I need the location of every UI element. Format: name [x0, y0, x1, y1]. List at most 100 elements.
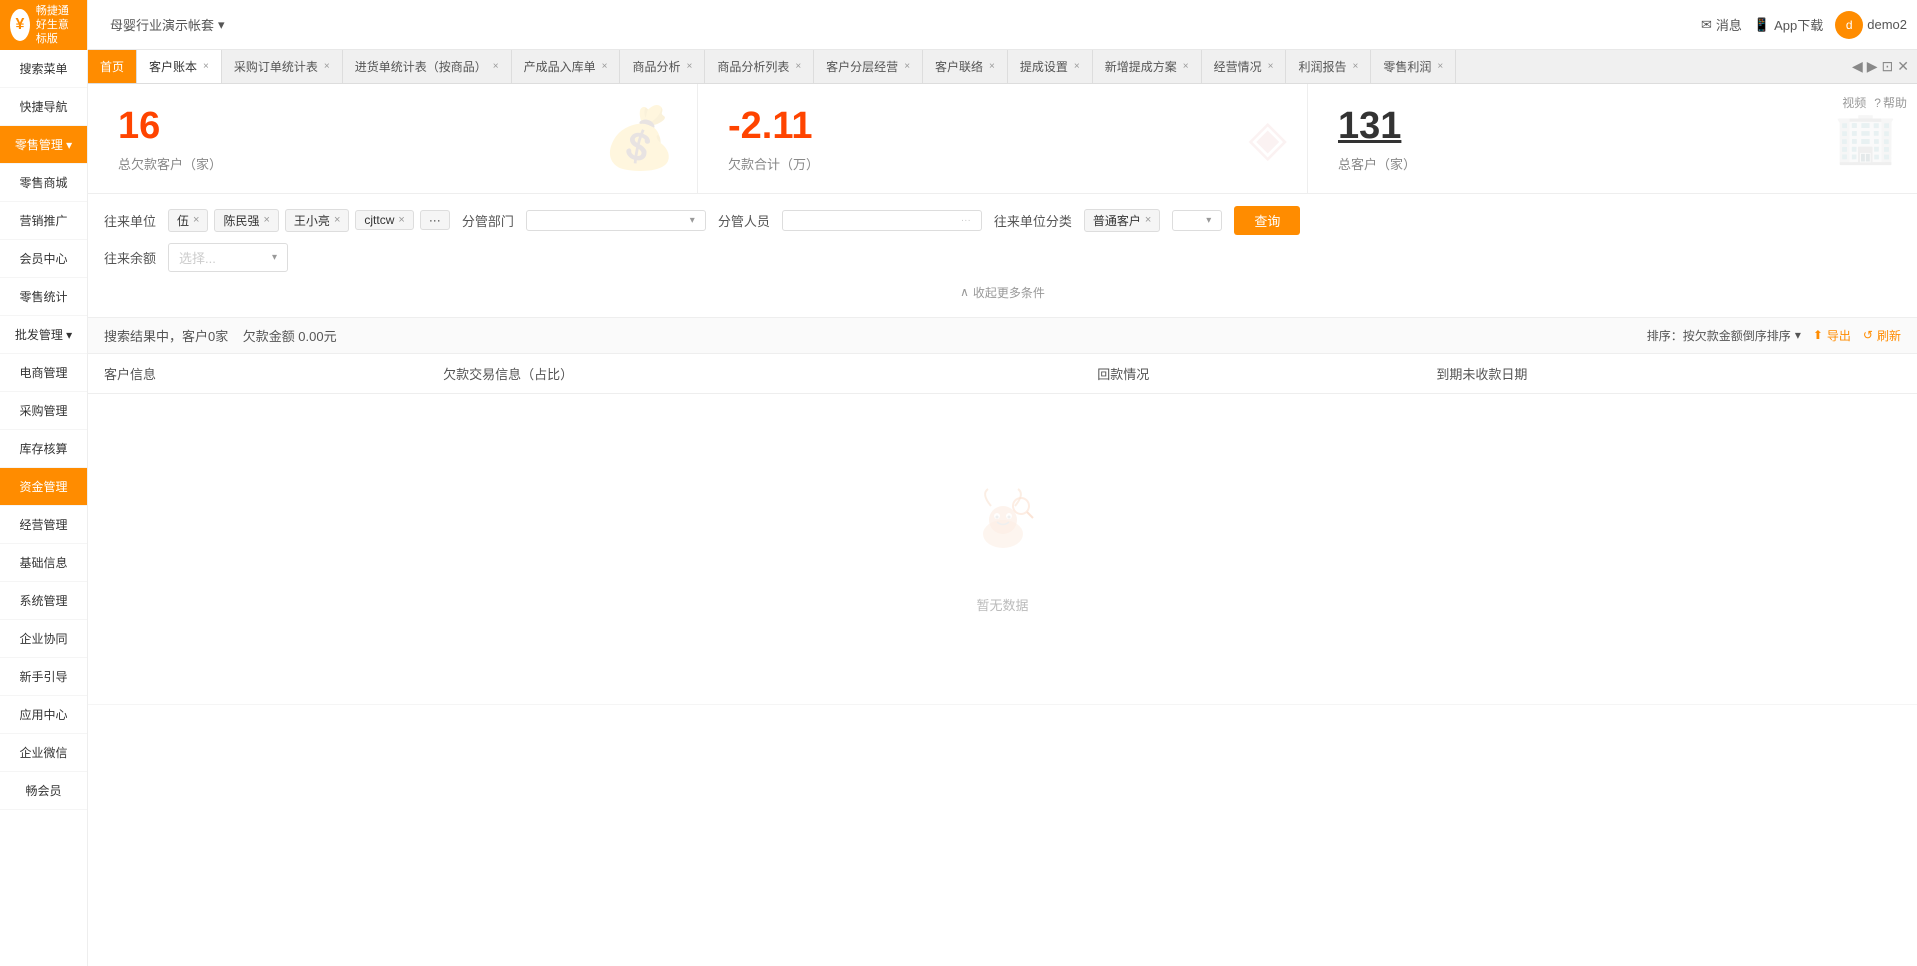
tab-label-10: 新增提成方案 — [1105, 58, 1177, 75]
tab-close-5[interactable]: × — [686, 61, 692, 72]
tab-maximize-icon[interactable]: ⊡ — [1882, 58, 1894, 75]
tab-close-4[interactable]: × — [602, 61, 608, 72]
stat-number-amount: -2.11 — [728, 104, 813, 150]
sidebar-item-企业协同[interactable]: 企业协同 — [0, 620, 87, 658]
dept-select[interactable]: ▾ — [526, 210, 706, 231]
sidebar-item-应用中心[interactable]: 应用中心 — [0, 696, 87, 734]
tab-6[interactable]: 商品分析列表× — [705, 50, 814, 84]
result-bar-right: 排序：按欠款金额倒序排序 ▾ ⬆ 导出 ↺ 刷新 — [1647, 327, 1901, 344]
stat-number-total: 131 — [1338, 104, 1401, 150]
tab-label-4: 产成品入库单 — [524, 58, 596, 75]
tab-close-7[interactable]: × — [904, 61, 910, 72]
app-download-btn[interactable]: 📱 App下载 — [1754, 15, 1823, 34]
sidebar-item-基础信息[interactable]: 基础信息 — [0, 544, 87, 582]
tab-close-11[interactable]: × — [1268, 61, 1274, 72]
tab-12[interactable]: 利润报告× — [1286, 50, 1371, 84]
sidebar-item-电商管理[interactable]: 电商管理 — [0, 354, 87, 392]
tab-7[interactable]: 客户分层经营 × — [814, 50, 923, 84]
collapse-arrow-icon: ∧ — [960, 285, 969, 299]
result-bar: 搜索结果中，客户0家 欠款金额 0.00元 排序：按欠款金额倒序排序 ▾ ⬆ 导… — [88, 318, 1917, 354]
tab-close-all-icon[interactable]: ✕ — [1897, 58, 1909, 75]
query-button[interactable]: 查询 — [1234, 206, 1300, 235]
sidebar-item-库存核算[interactable]: 库存核算 — [0, 430, 87, 468]
remainder-select[interactable]: 选择... ▾ — [168, 243, 288, 272]
logo-area: ¥ 畅捷通好生意 标版 — [0, 0, 87, 50]
sidebar-item-快捷导航[interactable]: 快捷导航 — [0, 88, 87, 126]
sidebar-item-搜索菜单[interactable]: 搜索菜单 — [0, 50, 87, 88]
tab-close-3[interactable]: × — [493, 61, 499, 72]
tab-10[interactable]: 新增提成方案 × — [1093, 50, 1202, 84]
sidebar-item-批发管理[interactable]: 批发管理 ▾ — [0, 316, 87, 354]
tab-9[interactable]: 提成设置× — [1008, 50, 1093, 84]
tab-next-icon[interactable]: ▶ — [1867, 58, 1878, 75]
logo-icon: ¥ — [10, 9, 30, 41]
refresh-btn[interactable]: ↺ 刷新 — [1863, 327, 1901, 344]
tab-8[interactable]: 客户联络× — [923, 50, 1008, 84]
sidebar-item-零售商城[interactable]: 零售商城 — [0, 164, 87, 202]
filter-tag-cjttcw[interactable]: cjttcw× — [355, 210, 413, 230]
sidebar-item-采购管理[interactable]: 采购管理 — [0, 392, 87, 430]
person-select[interactable]: ··· — [782, 210, 982, 231]
tag-close[interactable]: × — [398, 214, 404, 226]
collapse-btn[interactable]: ∧ 收起更多条件 — [960, 280, 1045, 305]
sidebar-item-零售统计[interactable]: 零售统计 — [0, 278, 87, 316]
export-btn[interactable]: ⬆ 导出 — [1813, 327, 1851, 344]
sidebar-item-资金管理[interactable]: 资金管理 — [0, 468, 87, 506]
tab-close-8[interactable]: × — [989, 61, 995, 72]
tab-11[interactable]: 经营情况 × — [1202, 50, 1287, 84]
sidebar-item-会员中心[interactable]: 会员中心 — [0, 240, 87, 278]
sidebar-item-系统管理[interactable]: 系统管理 — [0, 582, 87, 620]
filter-tag-...[interactable]: ··· — [420, 210, 450, 230]
tab-3[interactable]: 进货单统计表（按商品）× — [343, 50, 512, 84]
sidebar-item-畅会员[interactable]: 畅会员 — [0, 772, 87, 810]
tab-label-0: 首页 — [100, 58, 124, 75]
tab-close-9[interactable]: × — [1074, 61, 1080, 72]
tab-close-6[interactable]: × — [795, 61, 801, 72]
tab-label-7: 客户分层经营 — [826, 58, 898, 75]
tag-close[interactable]: × — [263, 214, 269, 226]
person-label: 分管人员 — [718, 211, 770, 230]
tab-13[interactable]: 零售利润× — [1371, 50, 1456, 84]
sidebar-item-企业微信[interactable]: 企业微信 — [0, 734, 87, 772]
tab-close-10[interactable]: × — [1183, 61, 1189, 72]
messages-btn[interactable]: ✉ 消息 — [1701, 15, 1742, 34]
tag-close[interactable]: × — [193, 214, 199, 226]
result-summary: 搜索结果中，客户0家 欠款金额 0.00元 — [104, 326, 337, 345]
tab-prev-icon[interactable]: ◀ — [1852, 58, 1863, 75]
stat-card-amount: -2.11 欠款合计（万） ◈ — [698, 84, 1308, 193]
help-link[interactable]: ? 帮助 — [1874, 94, 1907, 111]
stat-label-customers: 总欠款客户（家） — [118, 154, 222, 173]
filter-tag-伍[interactable]: 伍× — [168, 209, 208, 232]
tab-label-11: 经营情况 — [1214, 58, 1262, 75]
filter-class-tag-普通客户[interactable]: 普通客户× — [1084, 209, 1160, 232]
sidebar-item-新手引导[interactable]: 新手引导 — [0, 658, 87, 696]
tag-text: 王小亮 — [294, 212, 330, 229]
app-icon: 📱 — [1754, 17, 1770, 33]
empty-state: 暂无数据 — [104, 404, 1901, 694]
video-link[interactable]: 视频 — [1842, 94, 1866, 111]
tab-close-12[interactable]: × — [1352, 61, 1358, 72]
tab-close-2[interactable]: × — [324, 61, 330, 72]
remainder-arrow-icon: ▾ — [272, 252, 277, 263]
tab-2[interactable]: 采购订单统计表× — [222, 50, 343, 84]
sidebar-item-经营管理[interactable]: 经营管理 — [0, 506, 87, 544]
tab-close-13[interactable]: × — [1437, 61, 1443, 72]
more-tags-icon: ··· — [429, 213, 441, 227]
tab-0[interactable]: 首页 — [88, 50, 137, 84]
avatar: d — [1835, 11, 1863, 39]
filter-tag-陈民强[interactable]: 陈民强× — [214, 209, 278, 232]
tab-1[interactable]: 客户账本× — [137, 50, 222, 84]
tab-5[interactable]: 商品分析× — [620, 50, 705, 84]
sidebar-item-零售管理[interactable]: 零售管理 ▾ — [0, 126, 87, 164]
filter-tag-王小亮[interactable]: 王小亮 × — [285, 209, 349, 232]
tab-close-1[interactable]: × — [203, 61, 209, 72]
unit-label: 往来单位 — [104, 211, 156, 230]
user-profile[interactable]: d demo2 — [1835, 11, 1907, 39]
tab-4[interactable]: 产成品入库单 × — [512, 50, 621, 84]
sidebar-item-营销推广[interactable]: 营销推广 — [0, 202, 87, 240]
tag-close[interactable]: × — [334, 214, 340, 226]
account-dropdown[interactable]: 母婴行业演示帐套 ▾ — [98, 15, 237, 34]
unit-class-select[interactable]: ▾ — [1172, 210, 1222, 231]
class-tag-close[interactable]: × — [1145, 214, 1151, 226]
sort-select[interactable]: 排序：按欠款金额倒序排序 ▾ — [1647, 327, 1801, 344]
